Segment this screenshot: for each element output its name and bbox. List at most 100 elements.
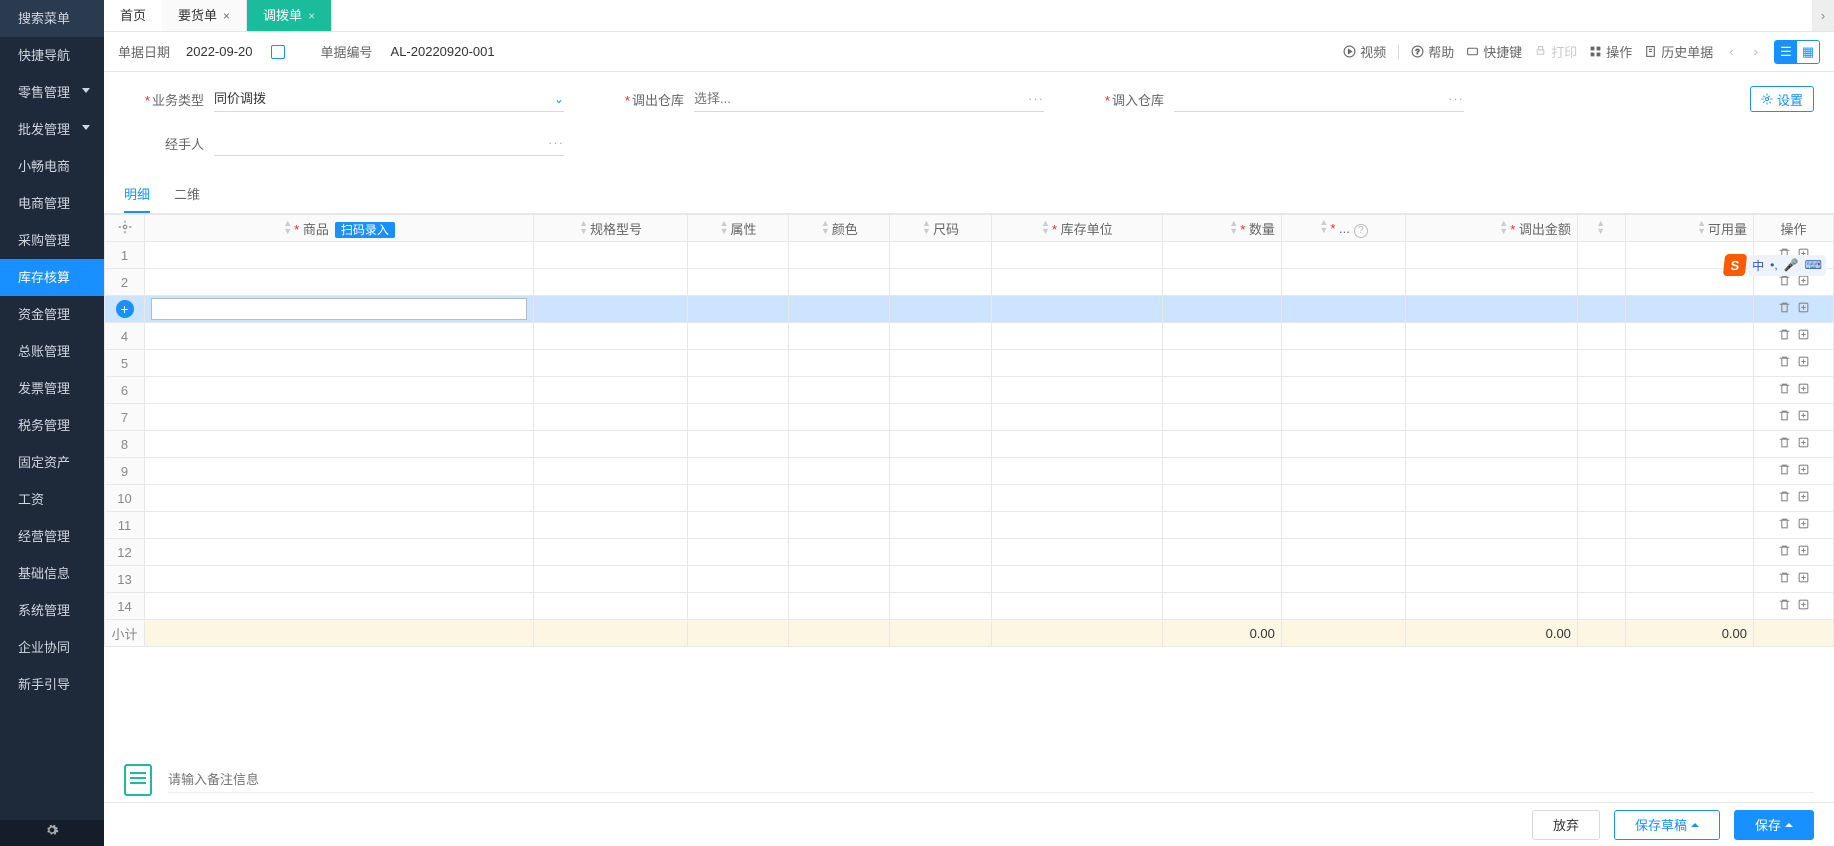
lookup-icon[interactable]: ···: [1448, 86, 1464, 112]
cell[interactable]: [145, 269, 534, 296]
insert-row-icon[interactable]: [1797, 301, 1810, 317]
cell[interactable]: [687, 404, 788, 431]
sidebar-settings-gear[interactable]: [0, 820, 104, 846]
insert-row-icon[interactable]: [1797, 382, 1810, 398]
sort-icon[interactable]: ▲▼: [720, 219, 729, 235]
delete-row-icon[interactable]: [1778, 463, 1791, 479]
grid-config-icon[interactable]: [105, 215, 145, 242]
view-toggle[interactable]: ☰ ▦: [1774, 40, 1820, 64]
cell[interactable]: [1577, 485, 1625, 512]
ime-punct-icon[interactable]: •,: [1770, 258, 1778, 272]
cell[interactable]: [991, 512, 1163, 539]
product-cell-input[interactable]: [151, 298, 527, 320]
insert-row-icon[interactable]: [1797, 598, 1810, 614]
lookup-icon[interactable]: ···: [1028, 86, 1044, 112]
sidebar-item-18[interactable]: 新手引导: [0, 666, 104, 703]
sidebar-item-11[interactable]: 税务管理: [0, 407, 104, 444]
row-number[interactable]: 13: [105, 566, 145, 593]
close-icon[interactable]: ×: [223, 0, 230, 32]
tab-detail[interactable]: 明细: [124, 178, 150, 213]
sidebar-item-15[interactable]: 基础信息: [0, 555, 104, 592]
sidebar-item-4[interactable]: 小畅电商: [0, 148, 104, 185]
cell[interactable]: [991, 485, 1163, 512]
cell[interactable]: [1626, 296, 1754, 323]
delete-row-icon[interactable]: [1778, 328, 1791, 344]
cell[interactable]: [1406, 458, 1578, 485]
cell[interactable]: [534, 296, 688, 323]
table-row[interactable]: 7: [105, 404, 1834, 431]
cell[interactable]: [1163, 512, 1282, 539]
cell[interactable]: [789, 377, 890, 404]
cell[interactable]: [890, 431, 991, 458]
table-row[interactable]: 5: [105, 350, 1834, 377]
sogou-icon[interactable]: S: [1723, 254, 1747, 276]
table-row[interactable]: 14: [105, 593, 1834, 620]
cell[interactable]: [145, 350, 534, 377]
cell[interactable]: [1163, 404, 1282, 431]
cell[interactable]: [1406, 269, 1578, 296]
delete-row-icon[interactable]: [1778, 436, 1791, 452]
tab-2[interactable]: 调拨单×: [247, 0, 332, 31]
cell[interactable]: [1163, 296, 1282, 323]
sidebar-item-2[interactable]: 零售管理: [0, 74, 104, 111]
cell[interactable]: [145, 566, 534, 593]
cell[interactable]: [789, 593, 890, 620]
cell[interactable]: [1577, 431, 1625, 458]
cell[interactable]: [789, 512, 890, 539]
cell[interactable]: [145, 296, 534, 323]
cell[interactable]: [1406, 485, 1578, 512]
cell[interactable]: [1281, 485, 1406, 512]
cell[interactable]: [789, 458, 890, 485]
save-draft-button[interactable]: 保存草稿: [1614, 810, 1720, 840]
cell[interactable]: [1577, 296, 1625, 323]
insert-row-icon[interactable]: [1797, 436, 1810, 452]
field-handler[interactable]: 经手人 ···: [124, 130, 564, 156]
field-in-warehouse[interactable]: *调入仓库 ···: [1084, 86, 1464, 112]
operate-button[interactable]: 操作: [1589, 42, 1632, 61]
insert-row-icon[interactable]: [1797, 463, 1810, 479]
delete-row-icon[interactable]: [1778, 517, 1791, 533]
tab-2d[interactable]: 二维: [174, 178, 200, 213]
cell[interactable]: [890, 593, 991, 620]
table-row[interactable]: 10: [105, 485, 1834, 512]
delete-row-icon[interactable]: [1778, 274, 1791, 290]
help-button[interactable]: ?帮助: [1411, 42, 1454, 61]
calendar-icon[interactable]: [271, 45, 285, 59]
cell[interactable]: [1577, 404, 1625, 431]
cell[interactable]: [1626, 539, 1754, 566]
sidebar-item-13[interactable]: 工资: [0, 481, 104, 518]
cell[interactable]: [890, 404, 991, 431]
cell[interactable]: [145, 323, 534, 350]
cell[interactable]: [1626, 431, 1754, 458]
cell[interactable]: [890, 539, 991, 566]
cell[interactable]: [1577, 539, 1625, 566]
tab-1[interactable]: 要货单×: [162, 0, 247, 31]
cell[interactable]: [1626, 485, 1754, 512]
row-number[interactable]: 10: [105, 485, 145, 512]
sidebar-item-16[interactable]: 系统管理: [0, 592, 104, 629]
cell[interactable]: [534, 242, 688, 269]
table-row[interactable]: 13: [105, 566, 1834, 593]
col-header-7[interactable]: ▲▼* ...?: [1281, 215, 1406, 242]
cell[interactable]: [991, 350, 1163, 377]
insert-row-icon[interactable]: [1797, 517, 1810, 533]
delete-row-icon[interactable]: [1778, 355, 1791, 371]
delete-row-icon[interactable]: [1778, 382, 1791, 398]
sort-icon[interactable]: ▲▼: [1697, 219, 1706, 235]
cell[interactable]: [534, 539, 688, 566]
cell[interactable]: [534, 566, 688, 593]
cell[interactable]: [991, 458, 1163, 485]
cell[interactable]: [1406, 431, 1578, 458]
chevron-down-icon[interactable]: ⌄: [554, 86, 564, 112]
cell[interactable]: [1406, 296, 1578, 323]
cell[interactable]: [687, 431, 788, 458]
row-number[interactable]: 12: [105, 539, 145, 566]
cell[interactable]: [687, 512, 788, 539]
cell[interactable]: [1406, 377, 1578, 404]
cell[interactable]: [145, 512, 534, 539]
cell[interactable]: [1163, 593, 1282, 620]
cell[interactable]: [1406, 566, 1578, 593]
col-header-4[interactable]: ▲▼尺码: [890, 215, 991, 242]
sort-icon[interactable]: ▲▼: [1229, 219, 1238, 235]
cell[interactable]: [1626, 458, 1754, 485]
